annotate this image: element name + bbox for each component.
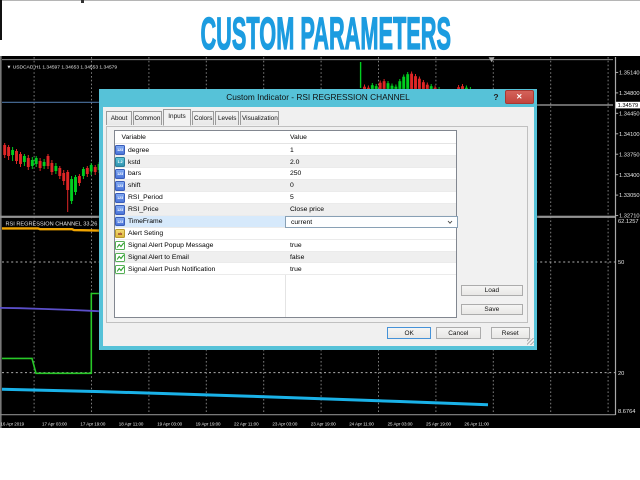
svg-text:1.34579: 1.34579 xyxy=(618,103,639,109)
svg-text:1.33050: 1.33050 xyxy=(619,193,640,199)
svg-text:24 Apr 11:00: 24 Apr 11:00 xyxy=(349,421,374,426)
svg-text:▼ USDCAD,H1 1.34597 1.34653: ▼ USDCAD,H1 1.34597 1.34653 1.34553 1.34… xyxy=(7,64,118,70)
svg-text:1.35140: 1.35140 xyxy=(619,71,640,77)
svg-text:18 Apr 11:00: 18 Apr 11:00 xyxy=(119,421,144,426)
svg-text:25 Apr 03:00: 25 Apr 03:00 xyxy=(388,421,413,426)
svg-text:RSI REGRESSION CHANNEL 33.26: RSI REGRESSION CHANNEL 33.26 xyxy=(6,221,98,227)
svg-text:26 Apr 11:00: 26 Apr 11:00 xyxy=(464,421,489,426)
svg-text:16 Apr 2019: 16 Apr 2019 xyxy=(0,421,24,426)
svg-text:25 Apr 19:00: 25 Apr 19:00 xyxy=(426,421,451,426)
svg-text:20: 20 xyxy=(618,371,624,377)
svg-text:17 Apr 19:00: 17 Apr 19:00 xyxy=(80,421,105,426)
svg-text:1.34450: 1.34450 xyxy=(619,111,640,117)
svg-text:19 Apr 03:00: 19 Apr 03:00 xyxy=(157,421,182,426)
svg-text:8.6764: 8.6764 xyxy=(618,409,635,415)
svg-text:23 Apr 03:00: 23 Apr 03:00 xyxy=(272,421,297,426)
svg-text:1.33750: 1.33750 xyxy=(619,152,640,158)
svg-text:62.1257: 62.1257 xyxy=(618,219,639,225)
svg-text:1.34800: 1.34800 xyxy=(619,91,640,97)
svg-text:19 Apr 19:00: 19 Apr 19:00 xyxy=(196,421,221,426)
svg-text:17 Apr 03:00: 17 Apr 03:00 xyxy=(42,421,67,426)
svg-text:23 Apr 19:00: 23 Apr 19:00 xyxy=(311,421,336,426)
svg-text:1.33400: 1.33400 xyxy=(619,173,640,179)
svg-text:22 Apr 11:00: 22 Apr 11:00 xyxy=(234,421,259,426)
svg-text:1.34100: 1.34100 xyxy=(619,132,640,138)
svg-text:50: 50 xyxy=(618,260,624,266)
